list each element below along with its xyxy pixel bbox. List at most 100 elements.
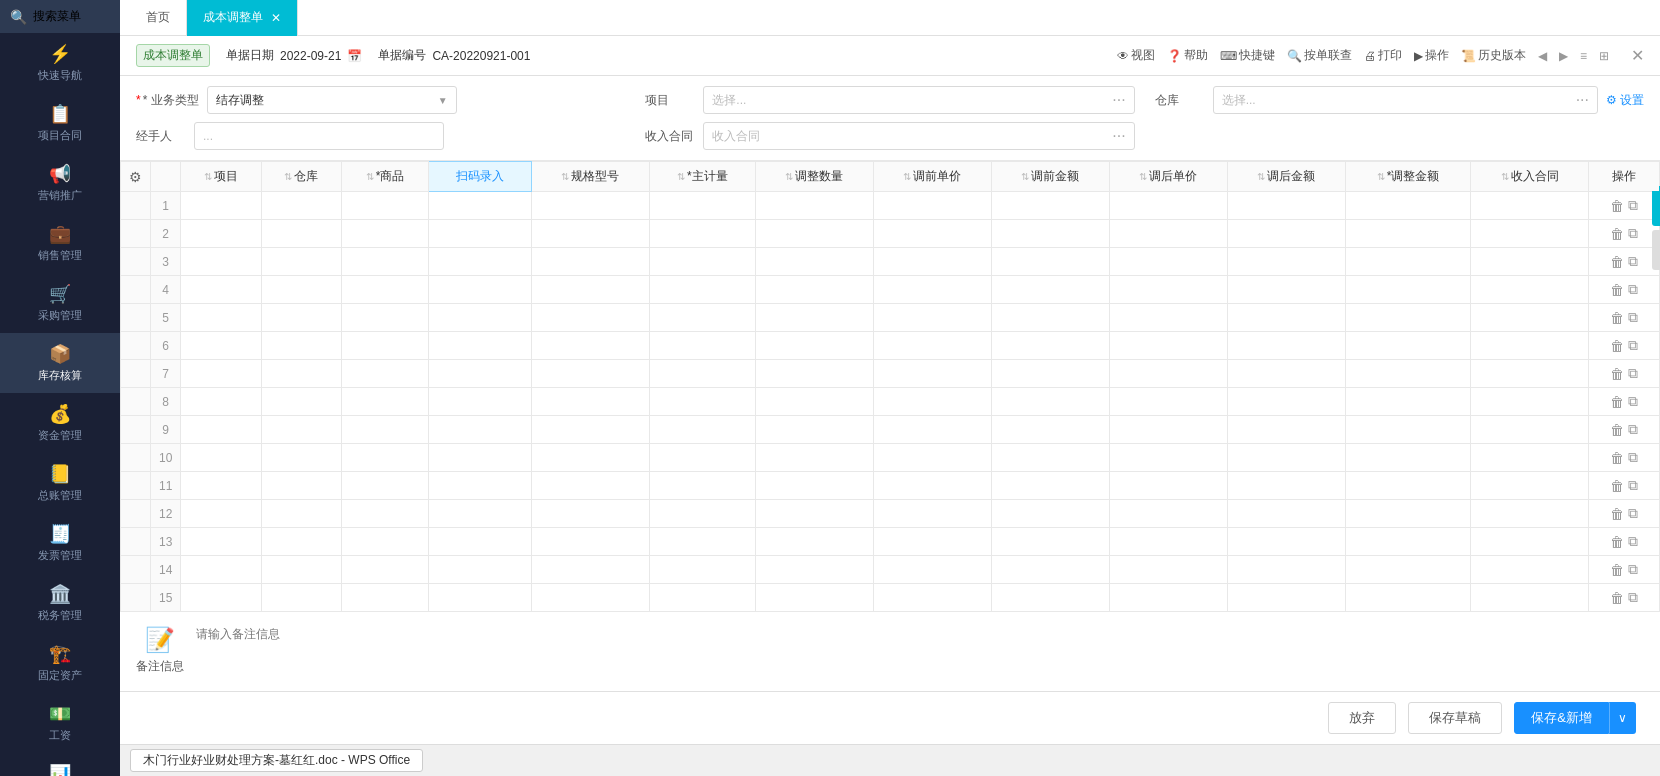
- row-project[interactable]: [181, 332, 261, 360]
- sidebar-item-purchase-management[interactable]: 🛒 采购管理: [0, 273, 120, 333]
- row-adjust-amount[interactable]: [1345, 360, 1470, 388]
- row-before-amount[interactable]: [991, 528, 1109, 556]
- row-product[interactable]: [341, 556, 429, 584]
- sidebar-item-sales-promotion[interactable]: 📢 营销推广: [0, 153, 120, 213]
- nav-prev-button[interactable]: ◀: [1538, 49, 1547, 63]
- row-copy-icon[interactable]: ⧉: [1628, 477, 1638, 494]
- row-after-price[interactable]: [1109, 276, 1227, 304]
- col-settings[interactable]: ⚙: [121, 162, 151, 192]
- row-adjust-qty[interactable]: [756, 332, 874, 360]
- row-product[interactable]: [341, 584, 429, 612]
- save-draft-button[interactable]: 保存草稿: [1408, 702, 1502, 734]
- row-income-contract[interactable]: [1471, 472, 1589, 500]
- sidebar-item-fixed-assets[interactable]: 🏗️ 固定资产: [0, 633, 120, 693]
- row-spec-type[interactable]: [531, 584, 649, 612]
- row-delete-icon[interactable]: 🗑: [1610, 338, 1624, 354]
- row-copy-icon[interactable]: ⧉: [1628, 225, 1638, 242]
- col-unit[interactable]: ⇅*主计量: [649, 162, 755, 192]
- sidebar-item-fund-management[interactable]: 💰 资金管理: [0, 393, 120, 453]
- row-income-contract[interactable]: [1471, 332, 1589, 360]
- row-copy-icon[interactable]: ⧉: [1628, 589, 1638, 606]
- row-delete-icon[interactable]: 🗑: [1610, 366, 1624, 382]
- row-adjust-amount[interactable]: [1345, 388, 1470, 416]
- row-product[interactable]: [341, 332, 429, 360]
- row-after-price[interactable]: [1109, 556, 1227, 584]
- row-product[interactable]: [341, 276, 429, 304]
- row-adjust-amount[interactable]: [1345, 248, 1470, 276]
- row-before-amount[interactable]: [991, 304, 1109, 332]
- row-unit[interactable]: [649, 248, 755, 276]
- row-adjust-amount[interactable]: [1345, 192, 1470, 220]
- income-contract-input[interactable]: 收入合同 ···: [703, 122, 1134, 150]
- row-spec-type[interactable]: [531, 416, 649, 444]
- row-after-amount[interactable]: [1227, 584, 1345, 612]
- row-copy-icon[interactable]: ⧉: [1628, 421, 1638, 438]
- row-before-amount[interactable]: [991, 584, 1109, 612]
- table-row[interactable]: 10 🗑 ⧉: [121, 444, 1660, 472]
- row-after-amount[interactable]: [1227, 500, 1345, 528]
- row-spec-type[interactable]: [531, 304, 649, 332]
- row-income-contract[interactable]: [1471, 360, 1589, 388]
- row-scan-input[interactable]: [429, 472, 531, 500]
- row-adjust-qty[interactable]: [756, 220, 874, 248]
- row-adjust-amount[interactable]: [1345, 444, 1470, 472]
- save-new-arrow-button[interactable]: ∨: [1609, 702, 1636, 734]
- row-delete-icon[interactable]: 🗑: [1610, 254, 1624, 270]
- row-unit[interactable]: [649, 584, 755, 612]
- taskbar-item[interactable]: 木门行业好业财处理方案-墓红红.doc - WPS Office: [130, 749, 423, 772]
- row-spec-type[interactable]: [531, 472, 649, 500]
- view-button[interactable]: 👁 视图: [1117, 47, 1155, 64]
- tab-cost-adjustment[interactable]: 成本调整单 ✕: [187, 0, 298, 36]
- project-input[interactable]: 选择... ···: [703, 86, 1134, 114]
- col-before-price[interactable]: ⇅调前单价: [873, 162, 991, 192]
- row-adjust-qty[interactable]: [756, 248, 874, 276]
- row-adjust-qty[interactable]: [756, 388, 874, 416]
- row-adjust-amount[interactable]: [1345, 220, 1470, 248]
- view-list-icon[interactable]: ≡: [1580, 49, 1587, 63]
- row-after-price[interactable]: [1109, 472, 1227, 500]
- row-adjust-qty[interactable]: [756, 304, 874, 332]
- row-after-amount[interactable]: [1227, 388, 1345, 416]
- row-warehouse[interactable]: [261, 388, 341, 416]
- col-project[interactable]: ⇅项目: [181, 162, 261, 192]
- row-product[interactable]: [341, 528, 429, 556]
- save-new-main-button[interactable]: 保存&新增: [1514, 702, 1609, 734]
- row-spec-type[interactable]: [531, 444, 649, 472]
- row-copy-icon[interactable]: ⧉: [1628, 505, 1638, 522]
- sidebar-item-quick-nav[interactable]: ⚡ 快速导航: [0, 33, 120, 93]
- table-row[interactable]: 3 🗑 ⧉: [121, 248, 1660, 276]
- row-scan-input[interactable]: [429, 584, 531, 612]
- row-after-amount[interactable]: [1227, 304, 1345, 332]
- operate-button[interactable]: ▶ 操作: [1414, 47, 1449, 64]
- row-warehouse[interactable]: [261, 500, 341, 528]
- row-before-amount[interactable]: [991, 500, 1109, 528]
- row-before-price[interactable]: [873, 388, 991, 416]
- row-product[interactable]: [341, 220, 429, 248]
- row-warehouse[interactable]: [261, 556, 341, 584]
- col-scan-input[interactable]: 扫码录入: [429, 162, 531, 192]
- row-after-amount[interactable]: [1227, 360, 1345, 388]
- row-copy-icon[interactable]: ⧉: [1628, 309, 1638, 326]
- row-adjust-amount[interactable]: [1345, 584, 1470, 612]
- table-row[interactable]: 6 🗑 ⧉: [121, 332, 1660, 360]
- row-after-price[interactable]: [1109, 388, 1227, 416]
- row-product[interactable]: [341, 444, 429, 472]
- row-adjust-qty[interactable]: [756, 192, 874, 220]
- row-adjust-amount[interactable]: [1345, 304, 1470, 332]
- row-income-contract[interactable]: [1471, 388, 1589, 416]
- row-unit[interactable]: [649, 444, 755, 472]
- row-adjust-qty[interactable]: [756, 276, 874, 304]
- table-row[interactable]: 12 🗑 ⧉: [121, 500, 1660, 528]
- row-before-amount[interactable]: [991, 388, 1109, 416]
- nav-next-button[interactable]: ▶: [1559, 49, 1568, 63]
- row-income-contract[interactable]: [1471, 444, 1589, 472]
- row-after-amount[interactable]: [1227, 416, 1345, 444]
- table-row[interactable]: 8 🗑 ⧉: [121, 388, 1660, 416]
- row-scan-input[interactable]: [429, 416, 531, 444]
- table-row[interactable]: 14 🗑 ⧉: [121, 556, 1660, 584]
- row-before-price[interactable]: [873, 444, 991, 472]
- row-after-price[interactable]: [1109, 192, 1227, 220]
- table-row[interactable]: 15 🗑 ⧉: [121, 584, 1660, 612]
- row-before-price[interactable]: [873, 192, 991, 220]
- table-row[interactable]: 5 🗑 ⧉: [121, 304, 1660, 332]
